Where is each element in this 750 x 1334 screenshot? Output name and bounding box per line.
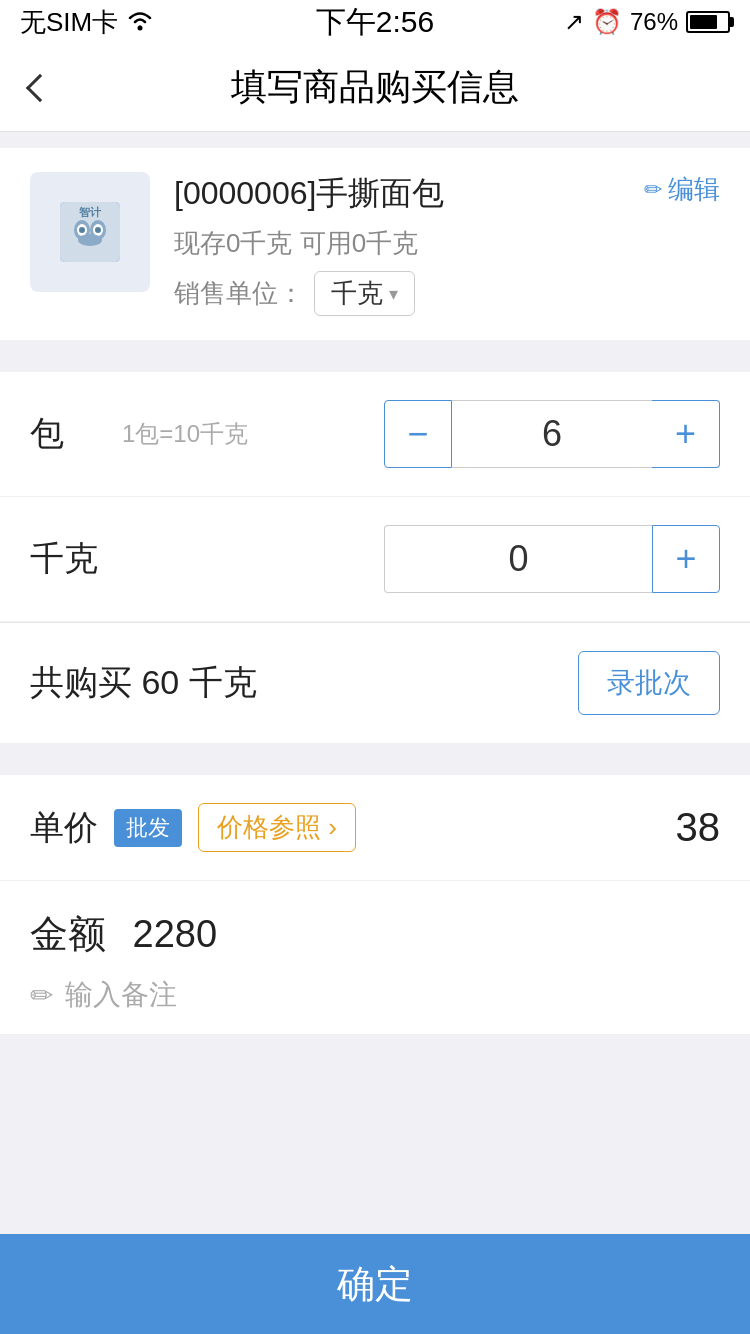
quantity-section: 包 1包=10千克 − + 千克 + 共购买 60 千克 录批次: [0, 372, 750, 743]
remark-placeholder[interactable]: 输入备注: [65, 976, 177, 1014]
amount-row: 金额 2280: [30, 909, 720, 960]
kg-quantity-row: 千克 +: [0, 497, 750, 622]
amount-section: 金额 2280 ✏ 输入备注: [0, 880, 750, 1034]
plus-icon: +: [675, 416, 696, 452]
product-stock: 现存0千克 可用0千克: [174, 226, 720, 261]
status-icons: ↗ ⏰ 76%: [564, 8, 730, 36]
remark-row: ✏ 输入备注: [30, 976, 720, 1014]
kg-label: 千克: [30, 536, 110, 582]
status-time: 下午2:56: [316, 2, 434, 43]
battery-icon: [686, 11, 730, 33]
page-title: 填写商品购买信息: [231, 63, 519, 112]
bag-quantity-row: 包 1包=10千克 − +: [0, 372, 750, 497]
svg-point-7: [95, 227, 101, 233]
svg-point-0: [138, 25, 143, 30]
plus-icon-kg: +: [675, 541, 696, 577]
unit-selector[interactable]: 千克 ▾: [314, 271, 415, 316]
nav-bar: 填写商品购买信息: [0, 44, 750, 132]
separator-1: [0, 340, 750, 356]
amount-label: 金额: [30, 913, 106, 955]
kg-quantity-controls: +: [384, 525, 720, 593]
kg-quantity-input[interactable]: [384, 525, 652, 593]
summary-text: 共购买 60 千克: [30, 660, 257, 706]
bag-quantity-controls: − +: [384, 400, 720, 468]
amount-value: 2280: [133, 913, 218, 955]
bag-increment-button[interactable]: +: [652, 400, 720, 468]
product-details: [0000006]手撕面包 ✏ 编辑 现存0千克 可用0千克 销售单位： 千克 …: [174, 172, 720, 316]
bag-label: 包: [30, 411, 110, 457]
status-carrier: 无SIM卡: [20, 5, 154, 40]
svg-point-8: [78, 234, 102, 246]
separator-2: [0, 743, 750, 759]
back-button[interactable]: [0, 44, 80, 132]
dropdown-arrow-icon: ▾: [389, 283, 398, 305]
svg-point-6: [79, 227, 85, 233]
product-unit-row: 销售单位： 千克 ▾: [174, 271, 720, 316]
product-top-row: [0000006]手撕面包 ✏ 编辑: [174, 172, 720, 226]
summary-row: 共购买 60 千克 录批次: [0, 622, 750, 743]
price-row: 单价 批发 价格参照 › 38: [30, 803, 720, 852]
back-arrow-icon: [26, 73, 54, 101]
confirm-button[interactable]: 确定: [0, 1234, 750, 1334]
pencil-icon: ✏: [30, 979, 53, 1012]
batch-button[interactable]: 录批次: [578, 651, 720, 715]
minus-icon: −: [407, 416, 428, 452]
location-icon: ↗: [564, 8, 584, 36]
wifi-icon: [126, 7, 154, 38]
svg-text:智计: 智计: [78, 206, 102, 218]
product-name: [0000006]手撕面包: [174, 172, 444, 216]
price-reference-button[interactable]: 价格参照 ›: [198, 803, 356, 852]
battery-percent: 76%: [630, 8, 678, 36]
alarm-icon: ⏰: [592, 8, 622, 36]
price-tag-badge: 批发: [114, 809, 182, 847]
status-bar: 无SIM卡 下午2:56 ↗ ⏰ 76%: [0, 0, 750, 44]
product-card: 智计 [0000006]手撕面包 ✏ 编辑 现存0千克 可用0千克 销售单位： …: [0, 148, 750, 340]
bag-note: 1包=10千克: [122, 418, 384, 450]
bag-decrement-button[interactable]: −: [384, 400, 452, 468]
product-image: 智计: [30, 172, 150, 292]
kg-increment-button[interactable]: +: [652, 525, 720, 593]
price-value: 38: [676, 805, 721, 850]
edit-button[interactable]: ✏ 编辑: [644, 172, 720, 207]
price-label: 单价: [30, 805, 98, 851]
product-logo: 智计: [60, 202, 120, 262]
bag-quantity-input[interactable]: [452, 400, 652, 468]
price-section: 单价 批发 价格参照 › 38: [0, 775, 750, 880]
